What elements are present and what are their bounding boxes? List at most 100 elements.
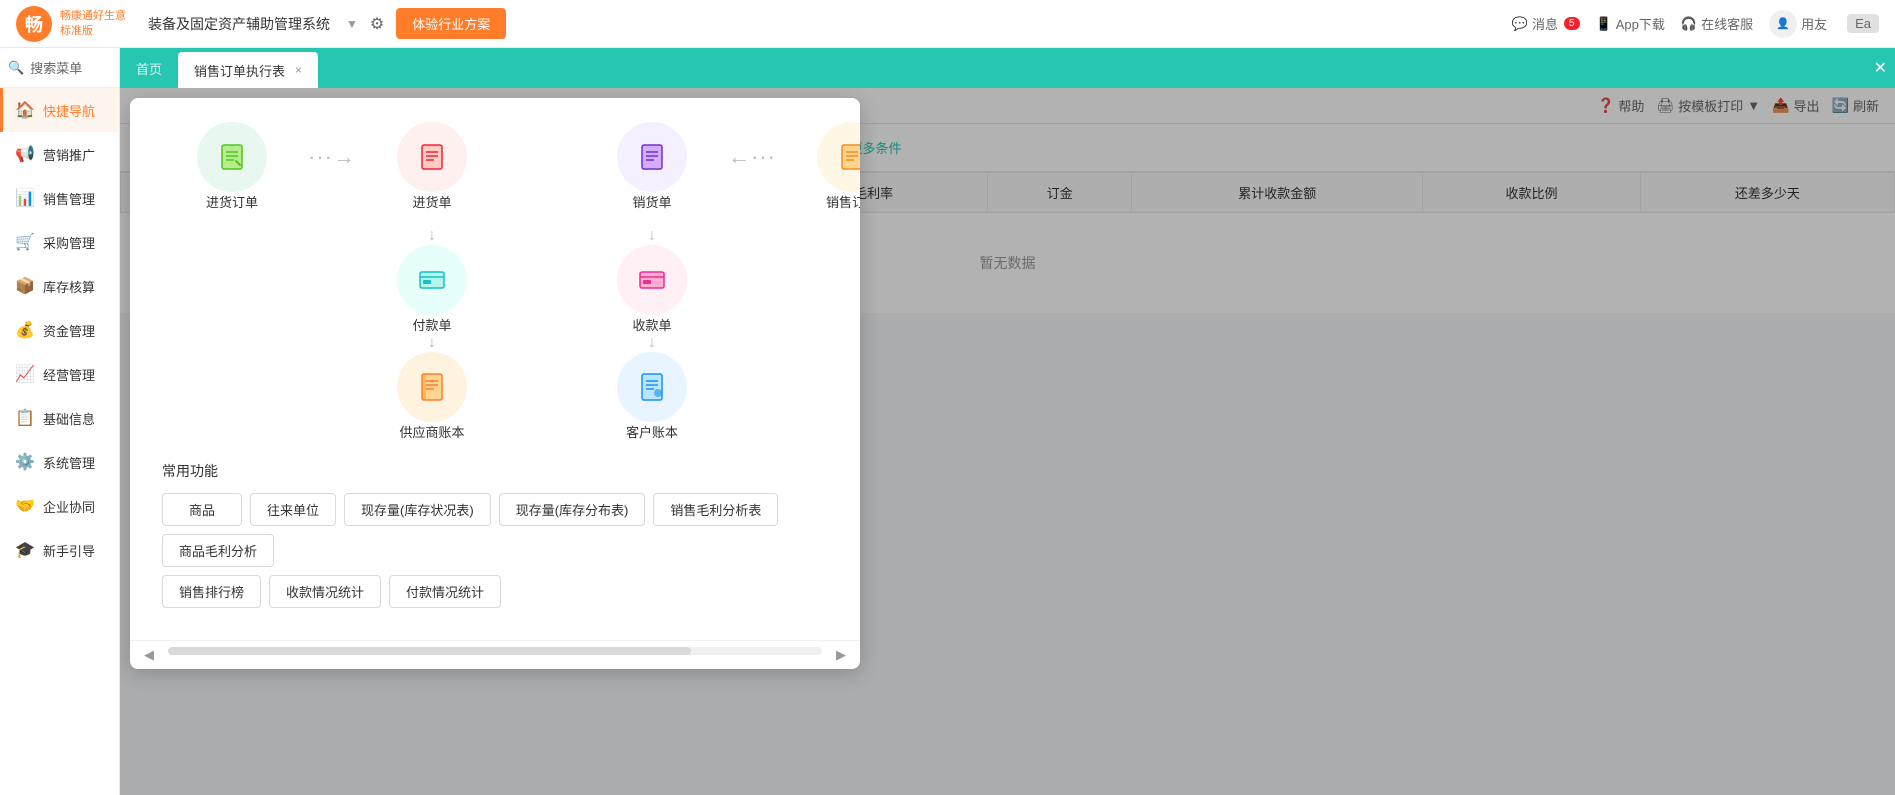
logo-icon: 畅	[16, 6, 52, 42]
tab-close-icon[interactable]: ×	[295, 63, 302, 77]
sidebar-item-label: 资金管理	[43, 321, 95, 340]
sidebar-search[interactable]: 🔍 搜索菜单	[0, 48, 119, 88]
tab-sales-order[interactable]: 销售订单执行表 ×	[178, 52, 318, 88]
flow-node-customer-ledger[interactable]	[617, 352, 687, 422]
flow-row3: 供应商账本 客户账本	[162, 352, 828, 441]
experience-button[interactable]: 体验行业方案	[396, 8, 506, 39]
sidebar-item-label: 销售管理	[43, 189, 95, 208]
modal-scroll-content: 进货订单 ···→ 进货单	[130, 98, 860, 640]
down-arrow-payment: ↓	[362, 334, 502, 352]
flow-node-supplier-ledger[interactable]	[397, 352, 467, 422]
flow-row2: 付款单 收款单	[162, 245, 828, 334]
sidebar-item-label: 企业协同	[43, 497, 95, 516]
flow-arrows-row: ↓ ↓	[162, 227, 828, 245]
flow-col-sales-order: 销售订单	[782, 122, 860, 211]
modal-scrollbar-row: ◀ ▶	[130, 640, 860, 669]
flow-label-purchase-bill: 进货单	[412, 192, 451, 211]
app-container: 畅 畅康通好生意 标准版 装备及固定资产辅助管理系统 ▼ ⚙ 体验行业方案 💬 …	[0, 0, 1895, 795]
modal-overlay: 进货订单 ···→ 进货单	[120, 88, 1895, 795]
arrow-sales-order-to-bill: ←···	[722, 122, 782, 170]
arrow-purchase-to-bill: ···→	[302, 122, 362, 170]
scroll-right-icon[interactable]: ▶	[830, 645, 852, 665]
sidebar-item-operation[interactable]: 📈 经营管理	[0, 352, 119, 396]
scroll-left-icon[interactable]: ◀	[138, 645, 160, 665]
marketing-icon: 📢	[15, 144, 35, 164]
function-buttons-row2: 销售排行榜 收款情况统计 付款情况统计	[162, 575, 828, 608]
flow-col-purchase-order: 进货订单	[162, 122, 302, 211]
func-btn-sales-profit[interactable]: 销售毛利分析表	[653, 493, 778, 526]
search-icon: 🔍	[8, 60, 24, 76]
sidebar-item-base-info[interactable]: 📋 基础信息	[0, 396, 119, 440]
func-btn-partner[interactable]: 往来单位	[250, 493, 336, 526]
flow-label-receipt: 收款单	[632, 315, 671, 334]
tab-home[interactable]: 首页	[120, 48, 178, 88]
message-action[interactable]: 💬 消息 5	[1512, 14, 1580, 33]
func-btn-sales-rank[interactable]: 销售排行榜	[162, 575, 261, 608]
tab-sales-order-label: 销售订单执行表	[194, 61, 285, 80]
sidebar-item-label: 采购管理	[43, 233, 95, 252]
flow-col-supplier-ledger: 供应商账本	[362, 352, 502, 441]
tab-bar: 首页 销售订单执行表 × ✕	[120, 48, 1895, 88]
base-info-icon: 📋	[15, 408, 35, 428]
settings-icon[interactable]: ⚙	[370, 14, 384, 34]
main-area: 🔍 搜索菜单 🏠 快捷导航 📢 营销推广 📊 销售管理 🛒 采购管理 📦	[0, 48, 1895, 795]
flow-col-sales-bill: 销货单	[582, 122, 722, 211]
content-area: 首页 销售订单执行表 × ✕ ❓ 帮助 🖨 按	[120, 48, 1895, 795]
sidebar-item-label: 系统管理	[43, 453, 95, 472]
flow-node-receipt[interactable]	[617, 245, 687, 315]
sidebar-item-sales[interactable]: 📊 销售管理	[0, 176, 119, 220]
func-btn-product[interactable]: 商品	[162, 493, 242, 526]
flow-label-sales-order: 销售订单	[826, 192, 860, 211]
func-btn-stock-dist[interactable]: 现存量(库存分布表)	[499, 493, 646, 526]
func-btn-receipt-stats[interactable]: 收款情况统计	[269, 575, 381, 608]
sidebar-item-finance[interactable]: 💰 资金管理	[0, 308, 119, 352]
sidebar-item-label: 新手引导	[43, 541, 95, 560]
sidebar-item-inventory[interactable]: 📦 库存核算	[0, 264, 119, 308]
down-arrow-sales: ↓	[582, 227, 722, 245]
purchase-icon: 🛒	[15, 232, 35, 252]
sidebar-item-label: 经营管理	[43, 365, 95, 384]
tab-bar-close-icon[interactable]: ✕	[1874, 58, 1887, 78]
header-left: 畅 畅康通好生意 标准版 装备及固定资产辅助管理系统 ▼ ⚙ 体验行业方案	[16, 6, 506, 42]
user-action[interactable]: 👤 用友	[1769, 10, 1827, 38]
flow-node-sales-bill[interactable]	[617, 122, 687, 192]
func-btn-payment-stats[interactable]: 付款情况统计	[389, 575, 501, 608]
flow-label-customer-ledger: 客户账本	[626, 422, 678, 441]
sidebar-item-enterprise[interactable]: 🤝 企业协同	[0, 484, 119, 528]
func-btn-stock-status[interactable]: 现存量(库存状况表)	[344, 493, 491, 526]
dropdown-arrow-icon[interactable]: ▼	[346, 17, 358, 31]
avatar: 👤	[1769, 10, 1797, 38]
sidebar-item-new-guide[interactable]: 🎓 新手引导	[0, 528, 119, 572]
flow-node-purchase-bill[interactable]	[397, 122, 467, 192]
app-download-action[interactable]: 📱 App下载	[1596, 14, 1665, 33]
down-arrow-purchase: ↓	[362, 227, 502, 245]
header-right: 💬 消息 5 📱 App下载 🎧 在线客服 👤 用友 Ea	[1512, 10, 1879, 38]
sidebar-item-label: 营销推广	[43, 145, 95, 164]
sys-mgmt-icon: ⚙️	[15, 452, 35, 472]
flow-node-payment[interactable]	[397, 245, 467, 315]
online-service-action[interactable]: 🎧 在线客服	[1681, 14, 1753, 33]
flow-col-customer-ledger: 客户账本	[582, 352, 722, 441]
sales-icon: 📊	[15, 188, 35, 208]
sidebar-item-marketing[interactable]: 📢 营销推广	[0, 132, 119, 176]
modal-scrollbar[interactable]	[168, 647, 822, 655]
flow-node-sales-order[interactable]	[817, 122, 860, 192]
flow-label-supplier-ledger: 供应商账本	[399, 422, 464, 441]
sidebar-item-sys-mgmt[interactable]: ⚙️ 系统管理	[0, 440, 119, 484]
flow-node-purchase-order[interactable]	[197, 122, 267, 192]
modal-scrollbar-thumb	[168, 647, 691, 655]
sidebar-item-purchase[interactable]: 🛒 采购管理	[0, 220, 119, 264]
sidebar: 🔍 搜索菜单 🏠 快捷导航 📢 营销推广 📊 销售管理 🛒 采购管理 📦	[0, 48, 120, 795]
function-buttons-row1: 商品 往来单位 现存量(库存状况表) 现存量(库存分布表) 销售毛利分析表 商品…	[162, 493, 828, 567]
page-content: ❓ 帮助 🖨 按模板打印 ▼ 📤 导出 🔄 刷新	[120, 88, 1895, 795]
message-badge: 5	[1564, 17, 1580, 30]
enterprise-icon: 🤝	[15, 496, 35, 516]
down-arrow-receipt: ↓	[582, 334, 722, 352]
message-icon: 💬	[1512, 16, 1528, 32]
ea-badge: Ea	[1847, 14, 1879, 33]
new-guide-icon: 🎓	[15, 540, 35, 560]
sidebar-item-label: 基础信息	[43, 409, 95, 428]
func-btn-product-profit[interactable]: 商品毛利分析	[162, 534, 274, 567]
sidebar-item-quick-nav[interactable]: 🏠 快捷导航	[0, 88, 119, 132]
tab-home-label: 首页	[136, 59, 162, 78]
